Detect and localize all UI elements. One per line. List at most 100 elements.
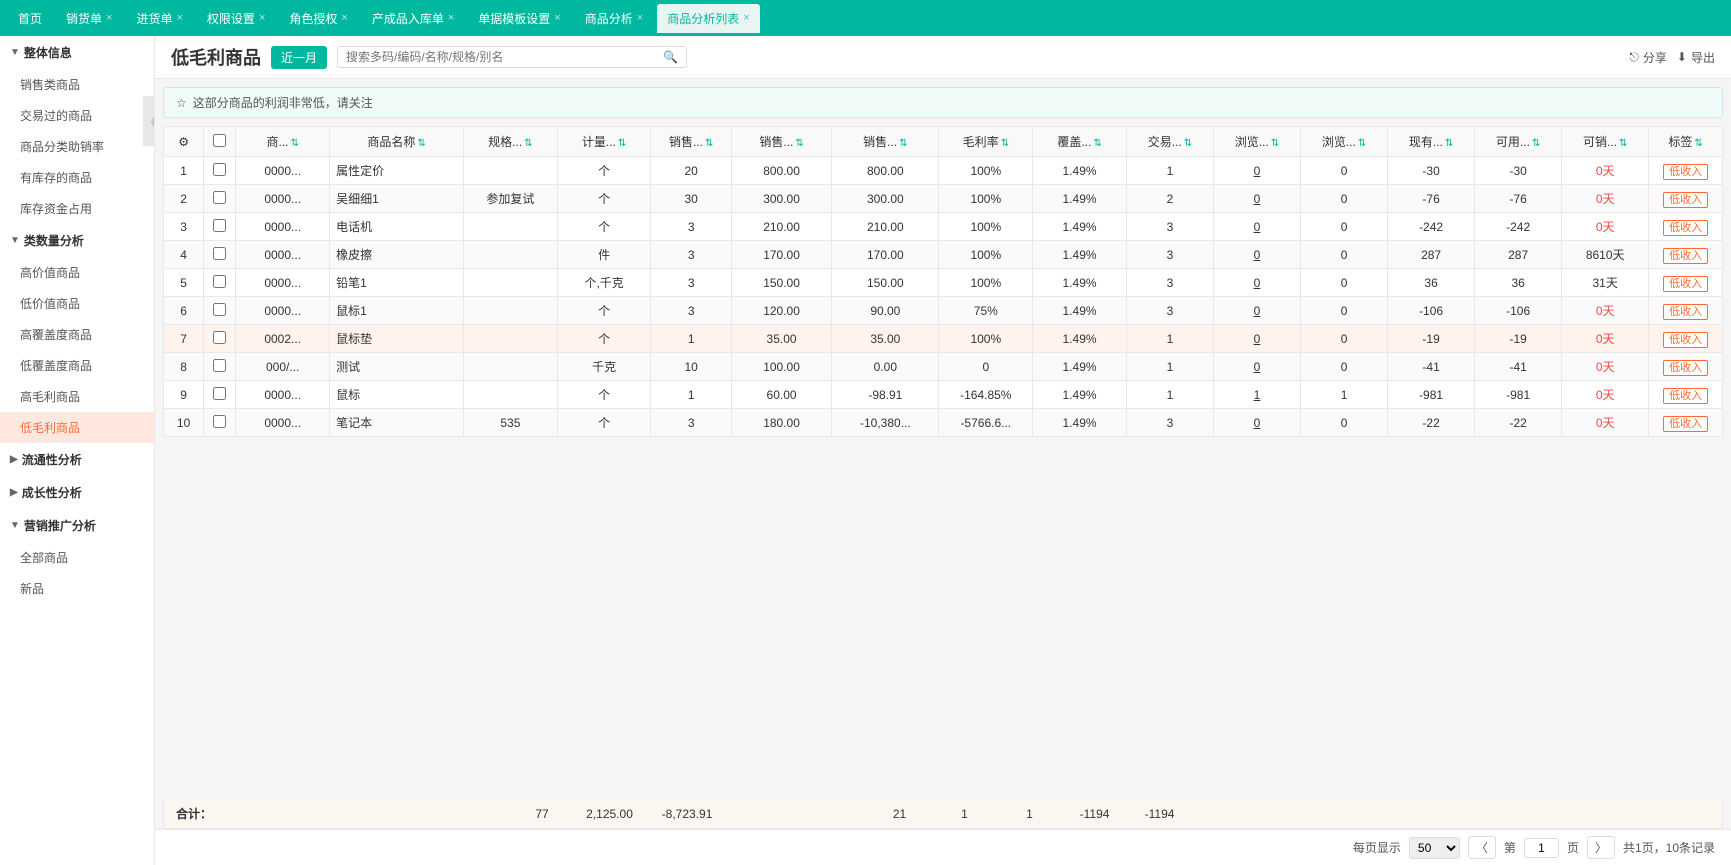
col-trade[interactable]: 交易...⇅ <box>1126 127 1213 157</box>
nav-close-product-entry[interactable]: × <box>448 12 454 24</box>
row-checkbox[interactable] <box>204 325 236 353</box>
nav-close-roles[interactable]: × <box>341 12 347 24</box>
col-code[interactable]: 商...⇅ <box>236 127 330 157</box>
col-sales-amount[interactable]: 销售...⇅ <box>731 127 831 157</box>
search-input[interactable] <box>346 50 659 64</box>
row-no: 6 <box>164 297 204 325</box>
sidebar-item-category-rate[interactable]: 商品分类助销率 <box>0 131 154 162</box>
sidebar-group-quantity[interactable]: ▼ 类数量分析 <box>0 224 154 257</box>
nav-close-sales[interactable]: × <box>106 12 112 24</box>
sidebar-item-high-value[interactable]: 高价值商品 <box>0 257 154 288</box>
row-checkbox[interactable] <box>204 381 236 409</box>
row-views2: 0 <box>1301 157 1388 185</box>
sidebar-item-traded-products[interactable]: 交易过的商品 <box>0 100 154 131</box>
col-sales-profit[interactable]: 销售...⇅ <box>832 127 939 157</box>
top-navigation: 首页 销货单 × 进货单 × 权限设置 × 角色授权 × 产成品入库单 × 单据… <box>0 0 1731 36</box>
nav-item-home[interactable]: 首页 <box>8 4 52 33</box>
col-tag[interactable]: 标签⇅ <box>1649 127 1723 157</box>
sidebar-group-growth[interactable]: ▶ 成长性分析 <box>0 476 154 509</box>
col-spec[interactable]: 规格...⇅ <box>463 127 557 157</box>
settings-icon[interactable]: ⚙ <box>178 135 189 149</box>
nav-close-product-analysis[interactable]: × <box>637 12 643 24</box>
row-views1[interactable]: 0 <box>1213 297 1300 325</box>
col-coverage[interactable]: 覆盖...⇅ <box>1033 127 1127 157</box>
row-checkbox[interactable] <box>204 409 236 437</box>
row-checkbox[interactable] <box>204 213 236 241</box>
sidebar-item-stock-capital[interactable]: 库存资金占用 <box>0 193 154 224</box>
nav-item-product-analysis-list[interactable]: 商品分析列表 × <box>657 4 759 33</box>
date-filter-button[interactable]: 近一月 <box>271 46 327 69</box>
col-settings[interactable]: ⚙ <box>164 127 204 157</box>
next-page-button[interactable]: 〉 <box>1587 836 1615 859</box>
nav-close-permissions[interactable]: × <box>259 12 265 24</box>
nav-item-template[interactable]: 单据模板设置 × <box>468 4 570 33</box>
sidebar-group-circulation[interactable]: ▶ 流通性分析 <box>0 443 154 476</box>
select-all-checkbox[interactable] <box>213 134 226 147</box>
row-checkbox[interactable] <box>204 353 236 381</box>
col-salable[interactable]: 可销...⇅ <box>1562 127 1649 157</box>
col-margin[interactable]: 毛利率⇅ <box>939 127 1033 157</box>
sidebar-item-high-margin[interactable]: 高毛利商品 <box>0 381 154 412</box>
col-available[interactable]: 可用...⇅ <box>1475 127 1562 157</box>
sidebar-item-low-coverage[interactable]: 低覆盖度商品 <box>0 350 154 381</box>
table-container[interactable]: ⚙ 商...⇅ 商品名称⇅ 规格...⇅ <box>163 126 1723 799</box>
sidebar-collapse-button[interactable]: 《 <box>143 96 155 146</box>
col-name[interactable]: 商品名称⇅ <box>330 127 464 157</box>
page-header: 低毛利商品 近一月 🔍 ⎋ 分享 ⬇ 导出 <box>155 36 1731 79</box>
sidebar-item-stocked-products[interactable]: 有库存的商品 <box>0 162 154 193</box>
sidebar-item-sales-products[interactable]: 销售类商品 <box>0 69 154 100</box>
row-current: -19 <box>1388 325 1475 353</box>
row-salable: 0天 <box>1562 409 1649 437</box>
row-available: -22 <box>1475 409 1562 437</box>
row-sales-profit: 300.00 <box>832 185 939 213</box>
row-sales-qty: 3 <box>651 241 731 269</box>
prev-page-button[interactable]: 〈 <box>1468 836 1496 859</box>
sidebar-item-low-margin[interactable]: 低毛利商品 <box>0 412 154 443</box>
sidebar-item-new-products[interactable]: 新品 <box>0 573 154 604</box>
nav-item-product-entry[interactable]: 产成品入库单 × <box>362 4 464 33</box>
row-views1[interactable]: 0 <box>1213 157 1300 185</box>
nav-item-roles[interactable]: 角色授权 × <box>279 4 357 33</box>
row-views1[interactable]: 0 <box>1213 325 1300 353</box>
share-button[interactable]: ⎋ 分享 <box>1629 49 1667 66</box>
warning-text: 这部分商品的利润非常低，请关注 <box>193 94 373 111</box>
nav-item-purchase[interactable]: 进货单 × <box>126 4 192 33</box>
col-views2[interactable]: 浏览...⇅ <box>1301 127 1388 157</box>
row-salable: 0天 <box>1562 325 1649 353</box>
nav-close-template[interactable]: × <box>554 12 560 24</box>
row-views1[interactable]: 0 <box>1213 269 1300 297</box>
page-size-select[interactable]: 50 100 200 <box>1409 837 1460 859</box>
sidebar-item-high-coverage[interactable]: 高覆盖度商品 <box>0 319 154 350</box>
nav-item-sales[interactable]: 销货单 × <box>56 4 122 33</box>
row-checkbox[interactable] <box>204 241 236 269</box>
export-button[interactable]: ⬇ 导出 <box>1677 49 1715 66</box>
search-icon[interactable]: 🔍 <box>663 50 678 64</box>
row-views1[interactable]: 1 <box>1213 381 1300 409</box>
row-sales-profit: 0.00 <box>832 353 939 381</box>
search-box: 🔍 <box>337 46 687 68</box>
page-number-input[interactable] <box>1524 838 1559 858</box>
col-unit[interactable]: 计量...⇅ <box>557 127 651 157</box>
row-checkbox[interactable] <box>204 157 236 185</box>
row-views1[interactable]: 0 <box>1213 353 1300 381</box>
nav-item-product-analysis[interactable]: 商品分析 × <box>575 4 653 33</box>
row-salable: 0天 <box>1562 297 1649 325</box>
sidebar-group-overall[interactable]: ▼ 整体信息 <box>0 36 154 69</box>
row-views1[interactable]: 0 <box>1213 213 1300 241</box>
row-spec <box>463 353 557 381</box>
row-checkbox[interactable] <box>204 269 236 297</box>
row-checkbox[interactable] <box>204 297 236 325</box>
col-views1[interactable]: 浏览...⇅ <box>1213 127 1300 157</box>
row-views1[interactable]: 0 <box>1213 241 1300 269</box>
row-views1[interactable]: 0 <box>1213 185 1300 213</box>
sidebar-group-marketing[interactable]: ▼ 营销推广分析 <box>0 509 154 542</box>
row-views1[interactable]: 0 <box>1213 409 1300 437</box>
nav-close-purchase[interactable]: × <box>176 12 182 24</box>
nav-close-product-analysis-list[interactable]: × <box>743 12 749 24</box>
sidebar-item-all-products[interactable]: 全部商品 <box>0 542 154 573</box>
col-sales-qty[interactable]: 销售...⇅ <box>651 127 731 157</box>
sidebar-item-low-value[interactable]: 低价值商品 <box>0 288 154 319</box>
col-current[interactable]: 现有...⇅ <box>1388 127 1475 157</box>
nav-item-permissions[interactable]: 权限设置 × <box>197 4 275 33</box>
row-checkbox[interactable] <box>204 185 236 213</box>
